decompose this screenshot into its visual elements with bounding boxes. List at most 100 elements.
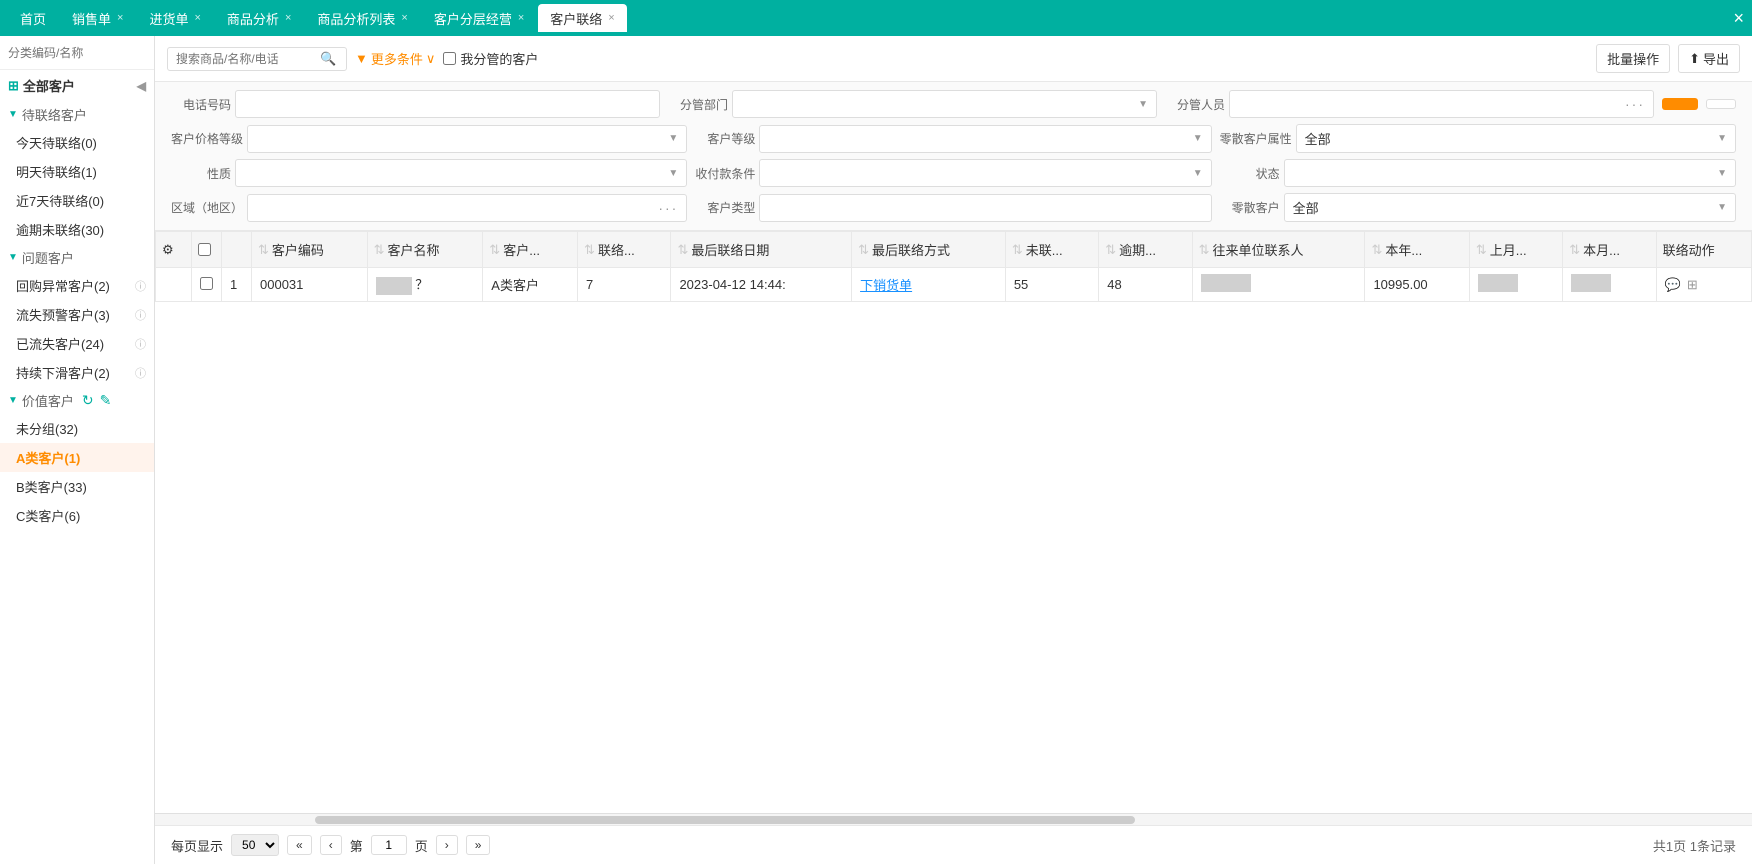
cell-action[interactable]: 💬 ⊞ — [1656, 268, 1751, 302]
b-class-label: B类客户(33) — [16, 477, 87, 496]
query-button[interactable] — [1662, 98, 1698, 110]
tab-goods-list-close[interactable]: × — [401, 12, 407, 24]
filter-price-tier-select[interactable]: ▼ — [247, 125, 687, 153]
col-code[interactable]: ⇅ 客户编码 — [252, 232, 368, 268]
row-name-suffix: ？ — [415, 277, 428, 292]
tab-goods-analysis[interactable]: 商品分析 × — [215, 4, 303, 32]
row-overdue: 48 — [1107, 277, 1121, 292]
last-page-button[interactable]: » — [466, 835, 491, 855]
sidebar-item-today[interactable]: 今天待联络(0) — [0, 128, 154, 157]
filter-customer-tier-select[interactable]: ▼ — [759, 125, 1211, 153]
tab-customer-tier-close[interactable]: × — [518, 12, 524, 24]
my-customers-checkbox[interactable] — [443, 52, 456, 65]
filter-more-button[interactable]: ▼ 更多条件 ∨ — [355, 49, 435, 68]
col-contact-count[interactable]: ⇅ 联络... — [578, 232, 671, 268]
row-checkbox[interactable] — [200, 277, 213, 290]
sidebar-item-c-class[interactable]: C类客户(6) — [0, 501, 154, 530]
group-value-customers[interactable]: ▼ 价值客户 ↻ ✎ — [0, 387, 154, 414]
tab-goods-analysis-close[interactable]: × — [285, 12, 291, 24]
horizontal-scrollbar[interactable] — [155, 813, 1752, 825]
sidebar-search-input[interactable] — [8, 46, 155, 60]
page-size-select[interactable]: 50 — [231, 834, 279, 856]
sidebar-item-overdue[interactable]: 逾期未联络(30) — [0, 215, 154, 244]
next-page-button[interactable]: › — [436, 835, 458, 855]
filter-payment-select[interactable]: ▼ — [759, 159, 1211, 187]
sidebar-item-repurchase-abnormal[interactable]: 回购异常客户(2) ⓘ — [0, 271, 154, 300]
filter-search-input[interactable] — [176, 52, 316, 66]
select-all-checkbox[interactable] — [198, 243, 211, 256]
sidebar-item-churn-warning[interactable]: 流失预警客户(3) ⓘ — [0, 300, 154, 329]
filter-region-input[interactable]: ··· — [247, 194, 687, 222]
value-customers-edit[interactable]: ✎ — [100, 392, 112, 409]
action-grid-icon[interactable]: ⊞ — [1687, 277, 1698, 293]
col-settings[interactable]: ⚙ — [156, 232, 192, 268]
all-customers-header[interactable]: ⊞ 全部客户 ◀ — [0, 70, 154, 101]
col-checkbox[interactable] — [192, 232, 222, 268]
filter-retail-customer-select[interactable]: 全部 ▼ — [1284, 193, 1736, 222]
filter-nature-select[interactable]: ▼ — [235, 159, 687, 187]
filter-person-input[interactable]: ··· — [1229, 90, 1654, 118]
filter-status-select[interactable]: ▼ — [1284, 159, 1736, 187]
my-customers-filter[interactable]: 我分管的客户 — [443, 49, 538, 68]
cell-last-method[interactable]: 下销货单 — [852, 268, 1006, 302]
sidebar-item-7days[interactable]: 近7天待联络(0) — [0, 186, 154, 215]
group-problem-customers[interactable]: ▼ 问题客户 — [0, 244, 154, 271]
action-chat-icon[interactable]: 💬 — [1665, 277, 1681, 293]
group-pending-contact[interactable]: ▼ 待联络客户 — [0, 101, 154, 128]
sidebar-item-churned[interactable]: 已流失客户(24) ⓘ — [0, 329, 154, 358]
row-contact-count: 7 — [586, 277, 593, 292]
batch-op-button[interactable]: 批量操作 — [1596, 44, 1670, 73]
col-name[interactable]: ⇅ 客户名称 — [367, 232, 483, 268]
adv-filter-row-3: 性质 ▼ 收付款条件 ▼ 状态 — [171, 159, 1736, 187]
col-current-month[interactable]: ⇅ 本月... — [1563, 232, 1656, 268]
filter-phone-input[interactable] — [235, 90, 660, 118]
tab-purchase[interactable]: 进货单 × — [137, 4, 212, 32]
tab-sales[interactable]: 销售单 × — [60, 4, 135, 32]
sidebar-item-b-class[interactable]: B类客户(33) — [0, 472, 154, 501]
filter-search-icon[interactable]: 🔍 — [320, 51, 336, 67]
cell-checkbox[interactable] — [192, 268, 222, 302]
sidebar-item-tomorrow[interactable]: 明天待联络(1) — [0, 157, 154, 186]
row-type: A类客户 — [491, 278, 539, 293]
col-contact-person[interactable]: ⇅ 往来单位联系人 — [1192, 232, 1365, 268]
col-type[interactable]: ⇅ 客户... — [483, 232, 578, 268]
tab-home[interactable]: 首页 — [8, 4, 58, 32]
value-customers-refresh[interactable]: ↻ — [82, 392, 94, 409]
sidebar-item-declining[interactable]: 持续下滑客户(2) ⓘ — [0, 358, 154, 387]
cell-name[interactable]: ？ — [367, 268, 483, 302]
prev-page-button[interactable]: ‹ — [320, 835, 342, 855]
tab-sales-close[interactable]: × — [117, 12, 123, 24]
page-number-input[interactable] — [371, 835, 407, 855]
cell-code[interactable]: 000031 — [252, 268, 368, 302]
tab-goods-list[interactable]: 商品分析列表 × — [305, 4, 419, 32]
sidebar-item-ungroup[interactable]: 未分组(32) — [0, 414, 154, 443]
col-last-month[interactable]: ⇅ 上月... — [1469, 232, 1562, 268]
tab-purchase-close[interactable]: × — [194, 12, 200, 24]
filter-dept-select[interactable]: ▼ — [732, 90, 1157, 118]
cell-index: 1 — [222, 268, 252, 302]
first-page-button[interactable]: « — [287, 835, 312, 855]
scrollbar-thumb[interactable] — [315, 816, 1135, 824]
tab-customer-contact[interactable]: 客户联络 × — [538, 4, 626, 32]
col-no-contact-label: 未联... — [1026, 240, 1063, 259]
col-current-year[interactable]: ⇅ 本年... — [1365, 232, 1469, 268]
col-overdue[interactable]: ⇅ 逾期... — [1099, 232, 1192, 268]
row-last-method[interactable]: 下销货单 — [860, 278, 912, 293]
close-all-button[interactable]: × — [1733, 8, 1744, 29]
settings-gear-icon[interactable]: ⚙ — [162, 242, 174, 258]
tab-customer-contact-close[interactable]: × — [608, 12, 614, 24]
declining-label: 持续下滑客户(2) — [16, 363, 110, 382]
filter-retail-attr-select[interactable]: 全部 ▼ — [1296, 124, 1736, 153]
filter-customer-type-input[interactable] — [759, 194, 1211, 222]
export-button[interactable]: ⬆ 导出 — [1678, 44, 1740, 73]
col-last-method[interactable]: ⇅ 最后联络方式 — [852, 232, 1006, 268]
sidebar-collapse-button[interactable]: ◀ — [137, 79, 146, 93]
adv-filter-row-4: 区域（地区） ··· 客户类型 零散客户 全部 ▼ — [171, 193, 1736, 222]
col-last-date[interactable]: ⇅ 最后联络日期 — [671, 232, 852, 268]
sidebar-item-tomorrow-label: 明天待联络(1) — [16, 162, 97, 181]
tab-customer-tier[interactable]: 客户分层经营 × — [422, 4, 536, 32]
table-footer: 每页显示 50 « ‹ 第 页 › » 共1页 1条记录 — [155, 825, 1752, 864]
settings-button[interactable] — [1706, 99, 1736, 109]
sidebar-item-a-class[interactable]: A类客户(1) — [0, 443, 154, 472]
col-no-contact[interactable]: ⇅ 未联... — [1005, 232, 1098, 268]
